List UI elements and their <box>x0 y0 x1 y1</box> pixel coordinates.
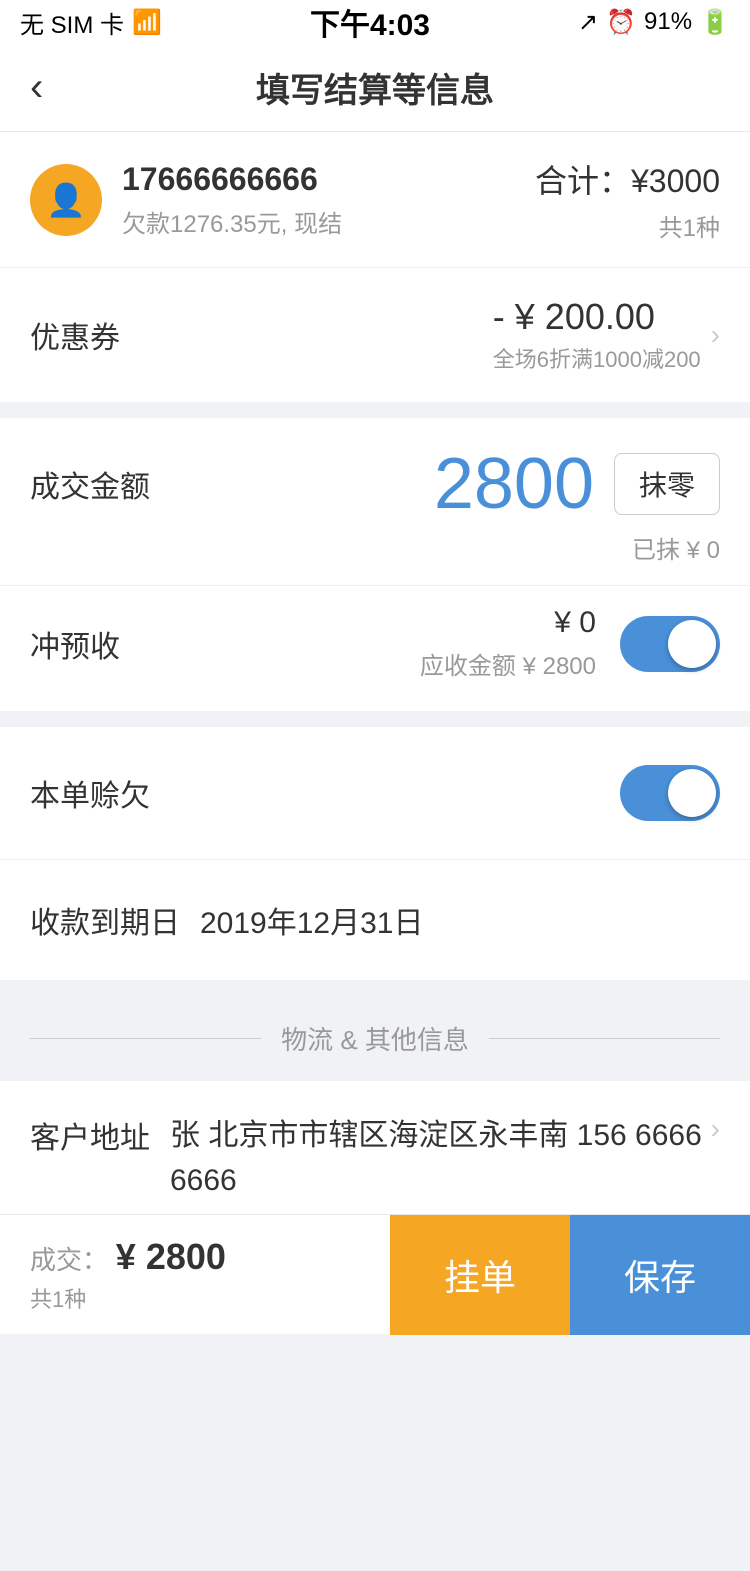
status-bar: 无 SIM 卡 📶 下午4:03 ↗ ⏰ 91% 🔋 <box>0 0 750 44</box>
prepay-amount: ¥ 0 <box>420 606 596 640</box>
prepay-receivable: 应收金额 ¥ 2800 <box>420 646 596 681</box>
footer: 成交： ¥ 2800 共1种 挂单 保存 <box>0 1214 750 1334</box>
coupon-row[interactable]: 优惠券 - ¥ 200.00 全场6折满1000减200 › <box>0 267 750 402</box>
amount-section: 成交金额 2800 抹零 已抹 ¥ 0 冲预收 ¥ 0 应收金额 ¥ 2800 <box>0 418 750 711</box>
footer-prefix: 成交： <box>30 1245 108 1275</box>
total-count: 共1种 <box>535 208 720 243</box>
customer-row: 👤 17666666666 欠款1276.35元, 现结 合计：¥3000 共1… <box>0 132 750 267</box>
total-amount: 合计：¥3000 <box>535 156 720 202</box>
wifi-icon: 📶 <box>132 8 162 37</box>
status-right: ↗ ⏰ 91% 🔋 <box>578 8 730 37</box>
footer-info: 成交： ¥ 2800 共1种 <box>0 1215 390 1334</box>
prepay-label: 冲预收 <box>30 622 120 666</box>
duedate-row: 收款到期日 2019年12月31日 <box>0 859 750 980</box>
status-left: 无 SIM 卡 📶 <box>20 5 162 40</box>
footer-amount: ¥ 2800 <box>116 1236 226 1277</box>
round-button[interactable]: 抹零 <box>614 453 720 515</box>
toggle-knob <box>668 620 716 668</box>
battery-icon: 🔋 <box>700 8 730 37</box>
receivable-row: 本单赊欠 <box>0 727 750 859</box>
footer-count: 共1种 <box>30 1282 360 1314</box>
nav-bar: ‹ 填写结算等信息 <box>0 44 750 132</box>
avatar: 👤 <box>30 164 102 236</box>
toggle-knob-2 <box>668 769 716 817</box>
amount-sub: 已抹 ¥ 0 <box>0 530 750 585</box>
duedate-value: 2019年12月31日 <box>200 898 423 942</box>
receivable-section: 本单赊欠 收款到期日 2019年12月31日 <box>0 727 750 980</box>
receivable-toggle[interactable] <box>620 765 720 821</box>
deal-amount-value: 2800 <box>434 448 594 520</box>
customer-info: 17666666666 欠款1276.35元, 现结 <box>122 161 342 239</box>
divider-line-right <box>489 1038 720 1039</box>
chevron-right-icon: › <box>711 319 720 351</box>
address-label: 客户地址 <box>30 1113 150 1157</box>
amount-row: 成交金额 2800 抹零 <box>0 418 750 530</box>
deal-amount-label: 成交金额 <box>30 462 150 506</box>
sim-status: 无 SIM 卡 <box>20 5 124 40</box>
address-section: 客户地址 张 北京市市辖区海淀区永丰南 156 6666 6666 › <box>0 1081 750 1235</box>
prepay-row: 冲预收 ¥ 0 应收金额 ¥ 2800 <box>0 585 750 711</box>
divider-line-left <box>30 1038 261 1039</box>
alarm-icon: ⏰ <box>606 8 636 37</box>
avatar-icon: 👤 <box>46 181 86 219</box>
customer-total: 合计：¥3000 共1种 <box>535 156 720 243</box>
receivable-label: 本单赊欠 <box>30 771 150 815</box>
duedate-label: 收款到期日 <box>30 898 180 942</box>
footer-spacer <box>0 1451 750 1571</box>
address-value: 张 北京市市辖区海淀区永丰南 156 6666 6666 <box>170 1113 711 1203</box>
battery-level: 91% <box>644 8 692 36</box>
save-button[interactable]: 保存 <box>570 1215 750 1335</box>
address-chevron-icon: › <box>711 1113 720 1145</box>
status-time: 下午4:03 <box>310 0 430 44</box>
hang-button[interactable]: 挂单 <box>390 1215 570 1335</box>
customer-phone: 17666666666 <box>122 161 342 198</box>
coupon-label: 优惠券 <box>30 313 120 357</box>
address-row[interactable]: 客户地址 张 北京市市辖区海淀区永丰南 156 6666 6666 › <box>0 1081 750 1235</box>
coupon-discount: - ¥ 200.00 <box>493 296 701 338</box>
location-icon: ↗ <box>578 8 598 37</box>
coupon-desc: 全场6折满1000减200 <box>493 342 701 374</box>
divider: 物流 & 其他信息 <box>0 996 750 1081</box>
page-title: 填写结算等信息 <box>256 63 494 112</box>
back-button[interactable]: ‹ <box>30 65 43 110</box>
customer-debt: 欠款1276.35元, 现结 <box>122 204 342 239</box>
divider-text: 物流 & 其他信息 <box>281 1020 469 1057</box>
customer-section: 👤 17666666666 欠款1276.35元, 现结 合计：¥3000 共1… <box>0 132 750 402</box>
prepay-toggle[interactable] <box>620 616 720 672</box>
